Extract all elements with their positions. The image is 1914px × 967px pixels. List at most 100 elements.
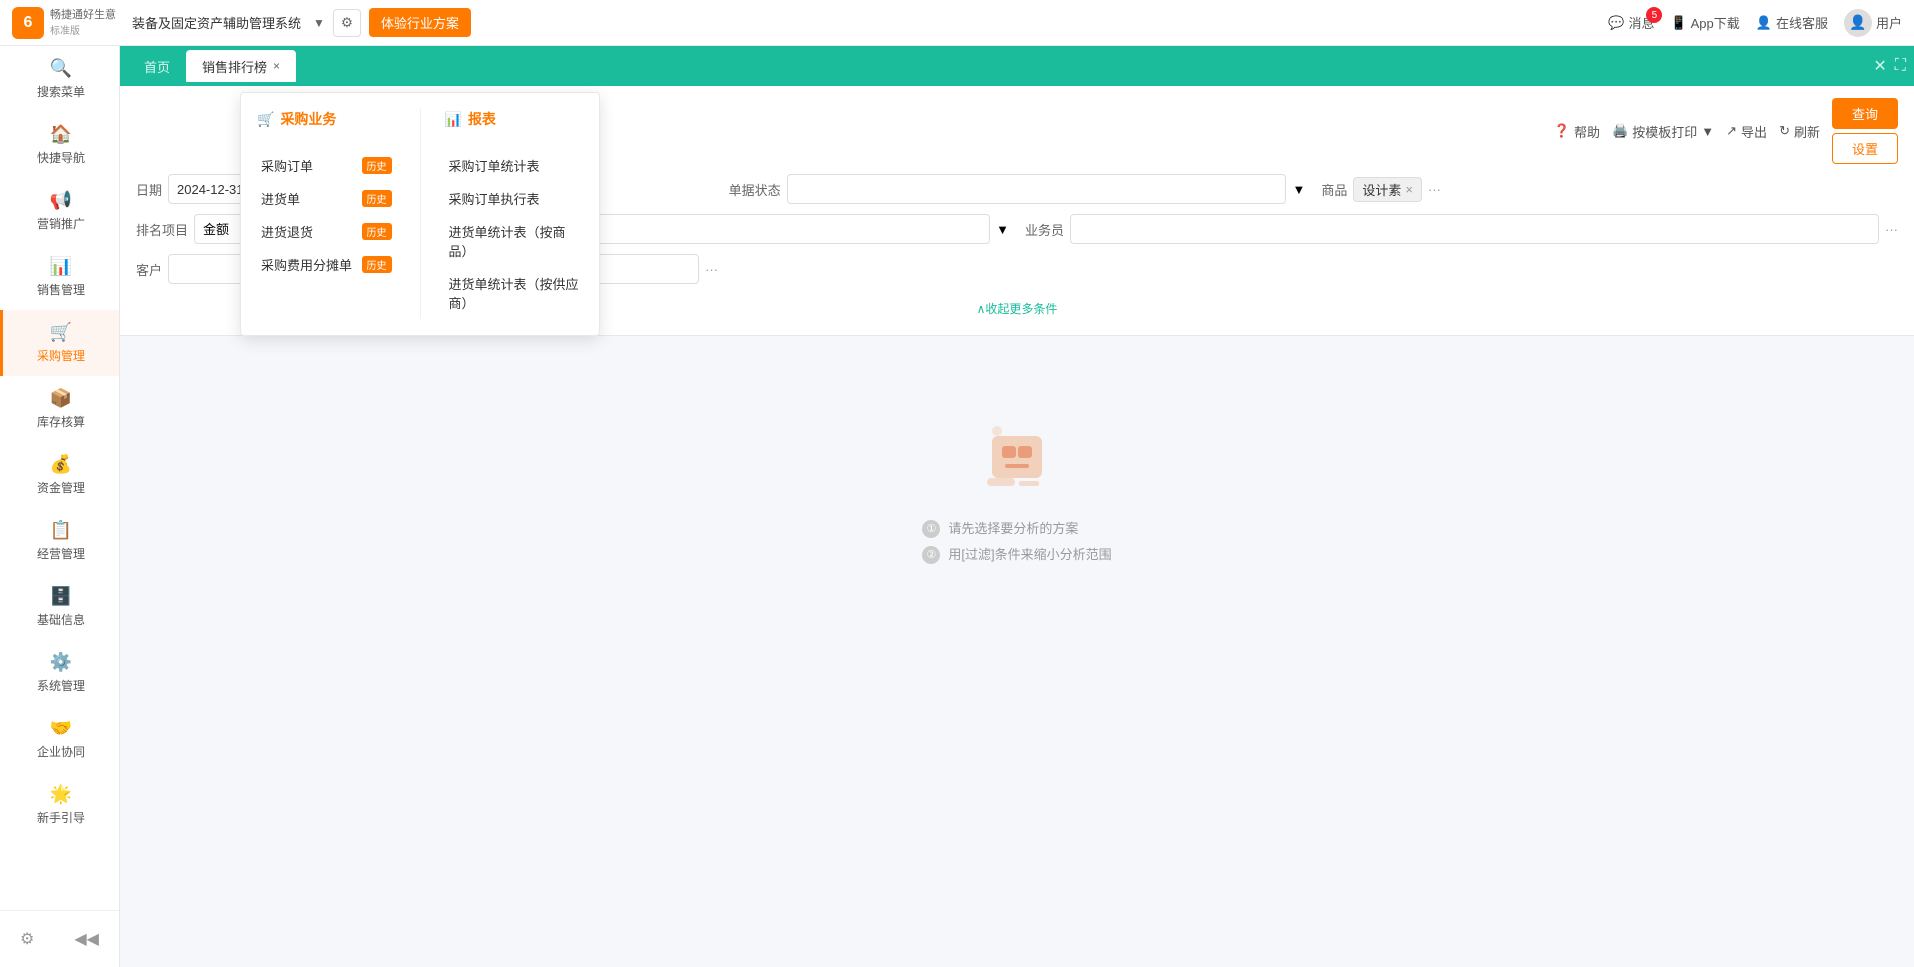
- voucher-status-filter-group: 单据状态 ▼: [729, 174, 1306, 204]
- voucher-status-select[interactable]: [787, 174, 1287, 204]
- sidebar-item-sales[interactable]: 📊 销售管理: [0, 244, 119, 310]
- sidebar: 🔍 搜索菜单 🏠 快捷导航 📢 营销推广 📊 销售管理 🛒 采购管理 📦 库存核…: [0, 46, 120, 967]
- sidebar-item-system[interactable]: ⚙️ 系统管理: [0, 640, 119, 706]
- sidebar-item-basic-info[interactable]: 🗄️ 基础信息: [0, 574, 119, 640]
- avatar: 👤: [1844, 9, 1872, 37]
- chevron-up-icon: ∧: [977, 302, 986, 316]
- logo-icon: 6: [12, 7, 44, 39]
- customer-label: 客户: [136, 260, 162, 279]
- purchase-col-icon: 🛒: [257, 111, 274, 128]
- rank-item-label: 排名项目: [136, 220, 188, 239]
- sidebar-item-operations[interactable]: 📋 经营管理: [0, 508, 119, 574]
- dropdown-item-purchase-expense[interactable]: 采购费用分摊单 历史: [257, 248, 396, 281]
- reports-col-icon: 📊: [445, 111, 462, 128]
- rank-chevron-icon: ▼: [996, 222, 1009, 237]
- app-download-btn[interactable]: 📱 App下载: [1670, 13, 1739, 32]
- marketing-icon: 📢: [50, 190, 72, 211]
- help-btn[interactable]: ❓ 帮助: [1554, 98, 1600, 164]
- history-badge-2: 历史: [362, 223, 392, 240]
- goods-label: 商品: [1321, 180, 1347, 199]
- empty-hint-2: ② 用[过滤]条件来缩小分析范围: [922, 542, 1111, 568]
- tab-expand-btn[interactable]: ⛶: [1895, 57, 1906, 75]
- sidebar-item-quick-nav[interactable]: 🏠 快捷导航: [0, 112, 119, 178]
- dropdown-item-report-3[interactable]: 进货单统计表（按商品）: [445, 215, 584, 267]
- dropdown-item-inbound-return[interactable]: 进货退货 历史: [257, 215, 396, 248]
- salesman-label: 业务员: [1025, 220, 1064, 239]
- operations-icon: 📋: [50, 520, 72, 541]
- date-label: 日期: [136, 180, 162, 199]
- sidebar-item-enterprise[interactable]: 🤝 企业协同: [0, 706, 119, 772]
- refresh-btn[interactable]: ↻ 刷新: [1779, 98, 1820, 164]
- message-badge: 5: [1646, 7, 1662, 23]
- header-right: 💬 5 消息 📱 App下载 👤 在线客服 👤 用户: [1608, 9, 1902, 37]
- goods-tag: 设计素 ×: [1353, 177, 1422, 202]
- help-icon: ❓: [1554, 123, 1570, 139]
- history-badge-1: 历史: [362, 190, 392, 207]
- history-badge-3: 历史: [362, 256, 392, 273]
- empty-icon: [967, 416, 1067, 496]
- dropdown-item-report-1[interactable]: 采购订单统计表: [445, 149, 584, 182]
- print-icon: 🖨️: [1612, 123, 1628, 139]
- headset-icon: 👤: [1756, 15, 1772, 31]
- salesman-filter-group: 业务员 ···: [1025, 214, 1898, 244]
- system-name: 装备及固定资产辅助管理系统: [132, 13, 301, 32]
- header-middle: 装备及固定资产辅助管理系统 ▼ ⚙ 体验行业方案: [132, 8, 1608, 37]
- goods-dots[interactable]: ···: [1428, 182, 1441, 197]
- message-btn[interactable]: 💬 5 消息: [1608, 13, 1654, 32]
- guide-icon: 🌟: [50, 784, 72, 805]
- tab-sales-ranking[interactable]: 销售排行榜 ×: [186, 50, 296, 82]
- tab-close-btn[interactable]: ×: [273, 59, 280, 73]
- voucher-status-dots: ▼: [1292, 182, 1305, 197]
- sidebar-item-marketing[interactable]: 📢 营销推广: [0, 178, 119, 244]
- trial-btn[interactable]: 体验行业方案: [369, 8, 471, 37]
- online-service-btn[interactable]: 👤 在线客服: [1756, 13, 1828, 32]
- query-btn[interactable]: 查询: [1832, 98, 1898, 129]
- sidebar-item-search[interactable]: 🔍 搜索菜单: [0, 46, 119, 112]
- voucher-status-label: 单据状态: [729, 180, 781, 199]
- dropdown-item-report-2[interactable]: 采购订单执行表: [445, 182, 584, 215]
- dropdown-item-report-4[interactable]: 进货单统计表（按供应商）: [445, 267, 584, 319]
- bell-icon: 💬: [1608, 15, 1624, 31]
- print-btn[interactable]: 🖨️ 按模板打印 ▼: [1612, 98, 1714, 164]
- system-dropdown-btn[interactable]: ▼: [313, 16, 325, 30]
- tab-bar-right: ✕ ⛶: [1873, 56, 1906, 76]
- home-icon: 🏠: [50, 124, 72, 145]
- user-btn[interactable]: 👤 用户: [1844, 9, 1902, 37]
- tab-close-all-btn[interactable]: ✕: [1873, 56, 1886, 76]
- settings-bottom-btn[interactable]: ⚙: [14, 923, 40, 955]
- customer-dots[interactable]: ···: [705, 262, 718, 277]
- goods-tag-close[interactable]: ×: [1405, 182, 1413, 197]
- reports-col: 📊 报表 采购订单统计表 采购订单执行表 进货单统计表（按商品） 进货单统计表（…: [445, 109, 584, 319]
- main-layout: 🔍 搜索菜单 🏠 快捷导航 📢 营销推广 📊 销售管理 🛒 采购管理 📦 库存核…: [0, 46, 1914, 967]
- history-badge-0: 历史: [362, 157, 392, 174]
- system-icon: ⚙️: [50, 652, 72, 673]
- purchase-col-title: 🛒 采购业务: [257, 109, 396, 137]
- collapse-sidebar-btn[interactable]: ◀◀: [68, 923, 105, 955]
- enterprise-icon: 🤝: [50, 718, 72, 739]
- empty-state: ① 请先选择要分析的方案 ② 用[过滤]条件来缩小分析范围: [120, 336, 1914, 648]
- export-btn[interactable]: ↗ 导出: [1726, 98, 1767, 164]
- tab-bar: 首页 销售排行榜 × ✕ ⛶: [120, 46, 1914, 86]
- col-divider: [420, 109, 421, 319]
- sidebar-bottom: ⚙ ◀◀: [0, 910, 119, 967]
- purchase-icon: 🛒: [50, 322, 72, 343]
- empty-text: ① 请先选择要分析的方案 ② 用[过滤]条件来缩小分析范围: [922, 516, 1111, 568]
- purchase-dropdown-menu: 🛒 采购业务 采购订单 历史 进货单 历史 进货退货 历史: [240, 92, 600, 336]
- logo-text: 畅捷通好生意 标准版: [50, 8, 116, 37]
- salesman-input[interactable]: [1070, 214, 1879, 244]
- content-area: 首页 销售排行榜 × ✕ ⛶ ❓ 帮助: [120, 46, 1914, 967]
- system-settings-btn[interactable]: ⚙: [333, 9, 361, 37]
- dropdown-item-inbound[interactable]: 进货单 历史: [257, 182, 396, 215]
- sidebar-item-purchase[interactable]: 🛒 采购管理: [0, 310, 119, 376]
- dropdown-item-purchase-order[interactable]: 采购订单 历史: [257, 149, 396, 182]
- logo-area: 6 畅捷通好生意 标准版: [12, 7, 132, 39]
- sidebar-item-guide[interactable]: 🌟 新手引导: [0, 772, 119, 838]
- sidebar-item-finance[interactable]: 💰 资金管理: [0, 442, 119, 508]
- settings-action-btn[interactable]: 设置: [1832, 133, 1898, 164]
- tab-home[interactable]: 首页: [128, 50, 186, 82]
- inventory-icon: 📦: [50, 388, 72, 409]
- salesman-dots[interactable]: ···: [1885, 222, 1898, 237]
- refresh-icon: ↻: [1779, 123, 1790, 139]
- print-dropdown-icon: ▼: [1701, 124, 1714, 139]
- sidebar-item-inventory[interactable]: 📦 库存核算: [0, 376, 119, 442]
